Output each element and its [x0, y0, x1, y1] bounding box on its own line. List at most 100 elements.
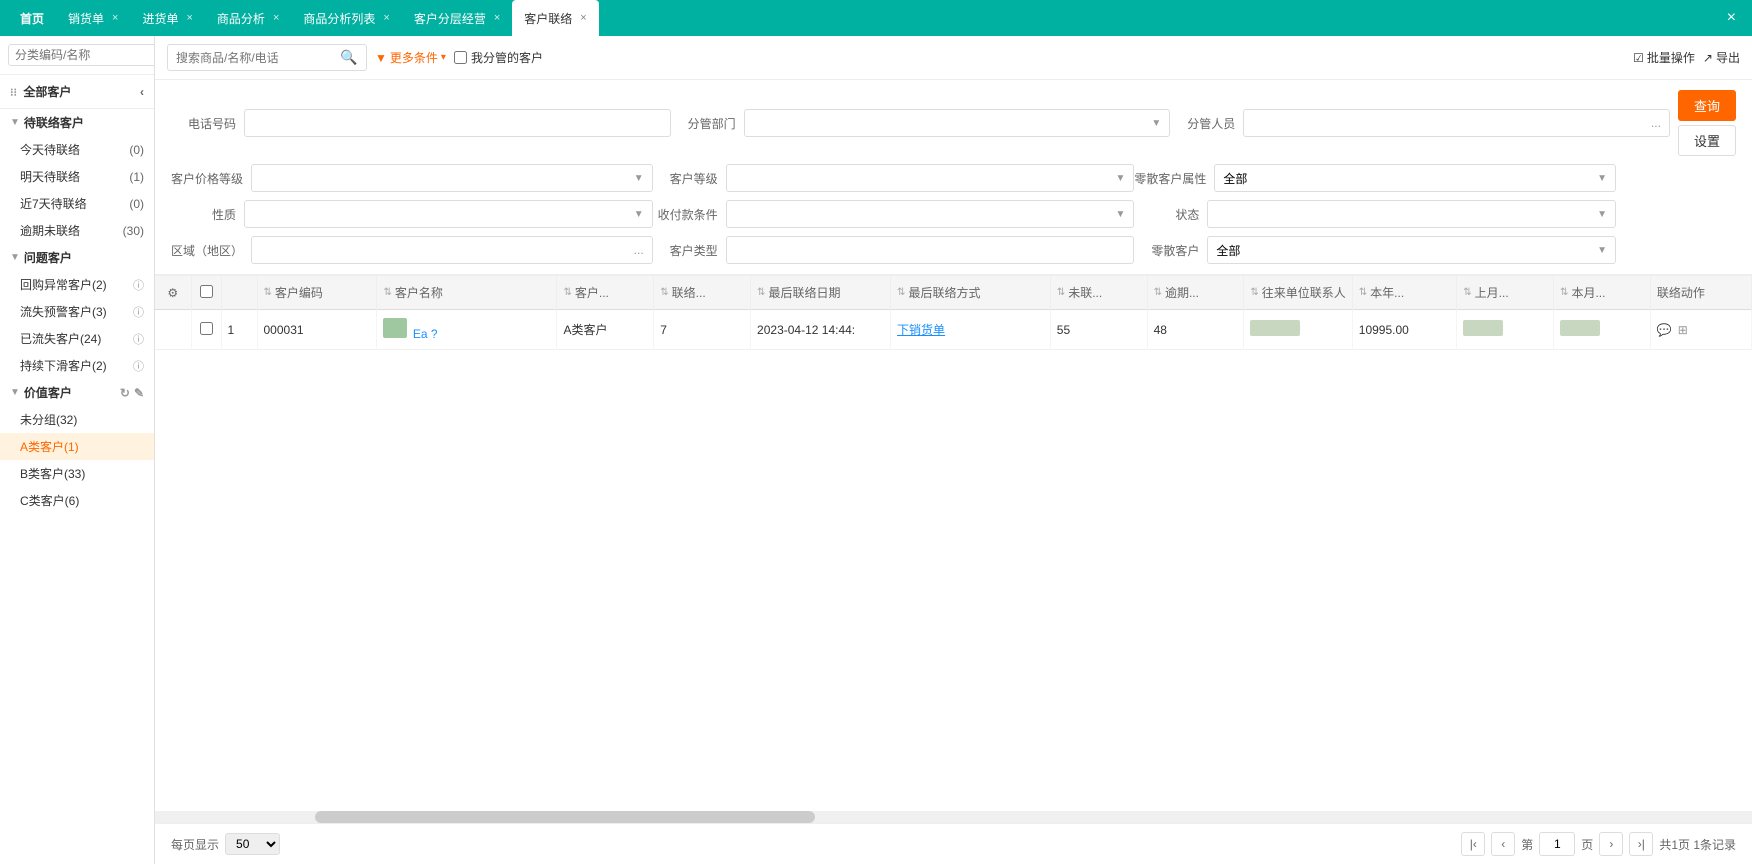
grid-icon[interactable]: ⊞	[1678, 323, 1688, 337]
filter-cell-customer-level: 客户等级 ▼	[653, 164, 1135, 192]
table-row: 1 000031 Ea ? A类客户 7	[155, 310, 1752, 350]
nav-tab-sales-close[interactable]: ×	[112, 12, 118, 24]
filter-select-nature[interactable]: ▼	[244, 200, 653, 228]
sidebar-item-declining[interactable]: 持续下滑客户(2) ⓘ	[0, 352, 154, 379]
filter-select-customer-level[interactable]: ▼	[726, 164, 1135, 192]
first-page-btn[interactable]: |‹	[1461, 832, 1485, 856]
batch-op-btn[interactable]: ☑ 批量操作	[1633, 49, 1695, 66]
row-checkbox[interactable]	[200, 322, 213, 335]
sidebar-item-class-a[interactable]: A类客户(1)	[0, 433, 154, 460]
sidebar-item-overdue[interactable]: 逾期未联络 (30)	[0, 217, 154, 244]
filter-select-price-level[interactable]: ▼	[251, 164, 653, 192]
sidebar-all-customers[interactable]: ⁝⁝ 全部客户 ‹	[0, 75, 154, 109]
sidebar-item-class-b[interactable]: B类客户(33)	[0, 460, 154, 487]
filter-select-region[interactable]: ...	[251, 236, 653, 264]
search-main-icon[interactable]: 🔍	[340, 49, 357, 66]
sidebar-item-7days[interactable]: 近7天待联络 (0)	[0, 190, 154, 217]
value-edit-icon[interactable]: ✎	[134, 386, 144, 400]
sidebar-collapse-icon[interactable]: ‹	[140, 85, 144, 99]
filter-actions: 查询 设置	[1678, 90, 1736, 156]
th-this-month-label: 本月...	[1571, 284, 1605, 301]
nav-tab-analysis-list-close[interactable]: ×	[383, 12, 389, 24]
chat-icon[interactable]: 💬	[1657, 323, 1672, 337]
value-refresh-icon[interactable]: ↻	[120, 386, 130, 400]
per-page-select[interactable]: 50 100 200	[225, 833, 280, 855]
filter-label-dept: 分管部门	[671, 115, 736, 132]
th-unit-contact: ⇅ 往来单位联系人	[1244, 276, 1352, 310]
more-conditions-btn[interactable]: ▼ 更多条件 ▾	[375, 49, 446, 66]
sort-icon-overdue: ⇅	[1154, 287, 1162, 298]
nav-tab-purchase[interactable]: 进货单 ×	[130, 0, 204, 36]
filter-label-person: 分管人员	[1170, 115, 1235, 132]
nav-tab-customer-contact-close[interactable]: ×	[580, 12, 586, 24]
pagination-area: |‹ ‹ 第 页 › ›| 共1页 1条记录	[1461, 832, 1736, 856]
filter-input-phone[interactable]	[244, 109, 671, 137]
ellipsis-person-icon: ...	[1651, 116, 1661, 130]
prev-page-btn[interactable]: ‹	[1491, 832, 1515, 856]
th-overdue: ⇅ 逾期...	[1147, 276, 1244, 310]
th-checkbox	[191, 276, 221, 310]
nav-tab-customer-seg-label: 客户分层经营	[414, 10, 486, 27]
sidebar-item-class-c[interactable]: C类客户(6)	[0, 487, 154, 514]
sidebar-item-churned[interactable]: 已流失客户(24) ⓘ	[0, 325, 154, 352]
my-customers-checkbox[interactable]	[454, 51, 467, 64]
nav-home[interactable]: 首页	[8, 0, 56, 36]
chevron-retail-attr-icon: ▼	[1597, 173, 1607, 184]
nav-tab-analysis-close[interactable]: ×	[273, 12, 279, 24]
filter-select-payment[interactable]: ▼	[726, 200, 1135, 228]
horizontal-scrollbar[interactable]	[155, 811, 1752, 823]
sidebar-item-repurchase-abnormal[interactable]: 回购异常客户(2) ⓘ	[0, 271, 154, 298]
sidebar-item-churn-warning[interactable]: 流失预警客户(3) ⓘ	[0, 298, 154, 325]
page-input[interactable]	[1539, 832, 1575, 856]
nav-tab-purchase-close[interactable]: ×	[186, 12, 192, 24]
sidebar-item-tomorrow[interactable]: 明天待联络 (1)	[0, 163, 154, 190]
filter-select-dept[interactable]: ▼	[744, 109, 1171, 137]
sidebar-item-ungrouped[interactable]: 未分组(32)	[0, 406, 154, 433]
sidebar-item-today[interactable]: 今天待联络 (0)	[0, 136, 154, 163]
filter-label-status: 状态	[1134, 206, 1199, 223]
select-all-checkbox[interactable]	[200, 285, 213, 298]
page-of-label: 页	[1581, 836, 1593, 853]
last-page-btn[interactable]: ›|	[1629, 832, 1653, 856]
nav-tab-sales[interactable]: 销货单 ×	[56, 0, 130, 36]
sidebar-problem-section[interactable]: ▼ 问题客户	[0, 244, 154, 271]
filter-input-customer-type[interactable]	[726, 236, 1135, 264]
filter-select-retail-attr[interactable]: 全部 ▼	[1214, 164, 1616, 192]
filter-label-phone: 电话号码	[171, 115, 236, 132]
search-main-input[interactable]	[176, 51, 336, 65]
next-page-btn[interactable]: ›	[1599, 832, 1623, 856]
nav-tab-customer-seg-close[interactable]: ×	[494, 12, 500, 24]
gear-icon[interactable]: ⚙	[167, 286, 178, 300]
filter-label-payment: 收付款条件	[653, 206, 718, 223]
close-all-button[interactable]: ×	[1719, 9, 1744, 27]
nav-tab-customer-seg[interactable]: 客户分层经营 ×	[402, 0, 512, 36]
nav-tab-analysis-list-label: 商品分析列表	[303, 10, 375, 27]
nav-tab-analysis[interactable]: 商品分析 ×	[205, 0, 291, 36]
nav-tab-analysis-list[interactable]: 商品分析列表 ×	[291, 0, 401, 36]
sidebar-search-area: 🔍	[0, 36, 154, 75]
content-area: 🔍 ▼ 更多条件 ▾ 我分管的客户 ☑ 批量操作 ↗ 导出	[155, 36, 1752, 864]
total-records-label: 共1页 1条记录	[1659, 836, 1736, 853]
th-gear: ⚙	[155, 276, 191, 310]
filter-select-status[interactable]: ▼	[1207, 200, 1616, 228]
filter-select-person[interactable]: ...	[1243, 109, 1670, 137]
customer-name-text[interactable]: Ea ?	[413, 327, 438, 341]
filter-label-nature: 性质	[171, 206, 236, 223]
export-btn[interactable]: ↗ 导出	[1703, 49, 1740, 66]
nav-tab-customer-contact[interactable]: 客户联络 ×	[512, 0, 598, 36]
td-code: 000031	[257, 310, 377, 350]
query-button[interactable]: 查询	[1678, 90, 1736, 121]
scrollbar-thumb[interactable]	[315, 811, 815, 823]
sort-icon-this-month: ⇅	[1560, 287, 1568, 298]
search-main-input-wrapper: 🔍	[167, 44, 367, 71]
filter-select-retail-customer[interactable]: 全部 ▼	[1207, 236, 1616, 264]
sidebar-search-input[interactable]	[8, 44, 155, 66]
settings-button[interactable]: 设置	[1678, 125, 1736, 156]
sidebar-all-customers-label: 全部客户	[23, 85, 71, 99]
my-customers-checkbox-area: 我分管的客户	[454, 49, 543, 66]
last-contact-method[interactable]: 下销货单	[897, 323, 945, 337]
sidebar-pending-section[interactable]: ▼ 待联络客户	[0, 109, 154, 136]
th-last-month-label: 上月...	[1475, 284, 1509, 301]
sidebar-value-section[interactable]: ▼ 价值客户 ↻ ✎	[0, 379, 154, 406]
filter-cell-status: 状态 ▼	[1134, 200, 1616, 228]
